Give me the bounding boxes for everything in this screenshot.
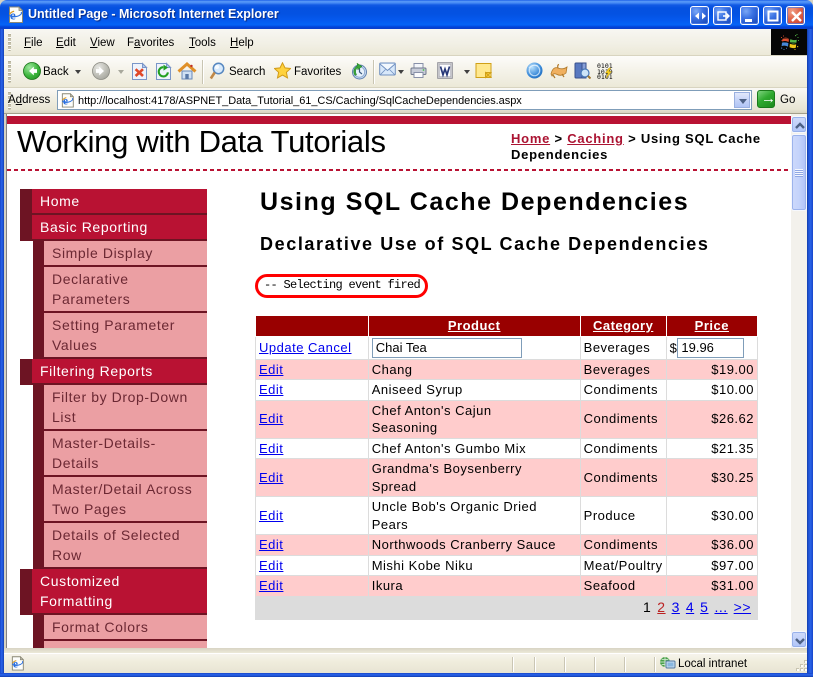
svg-text:0101: 0101 <box>597 73 613 79</box>
svg-text:e: e <box>10 8 16 23</box>
